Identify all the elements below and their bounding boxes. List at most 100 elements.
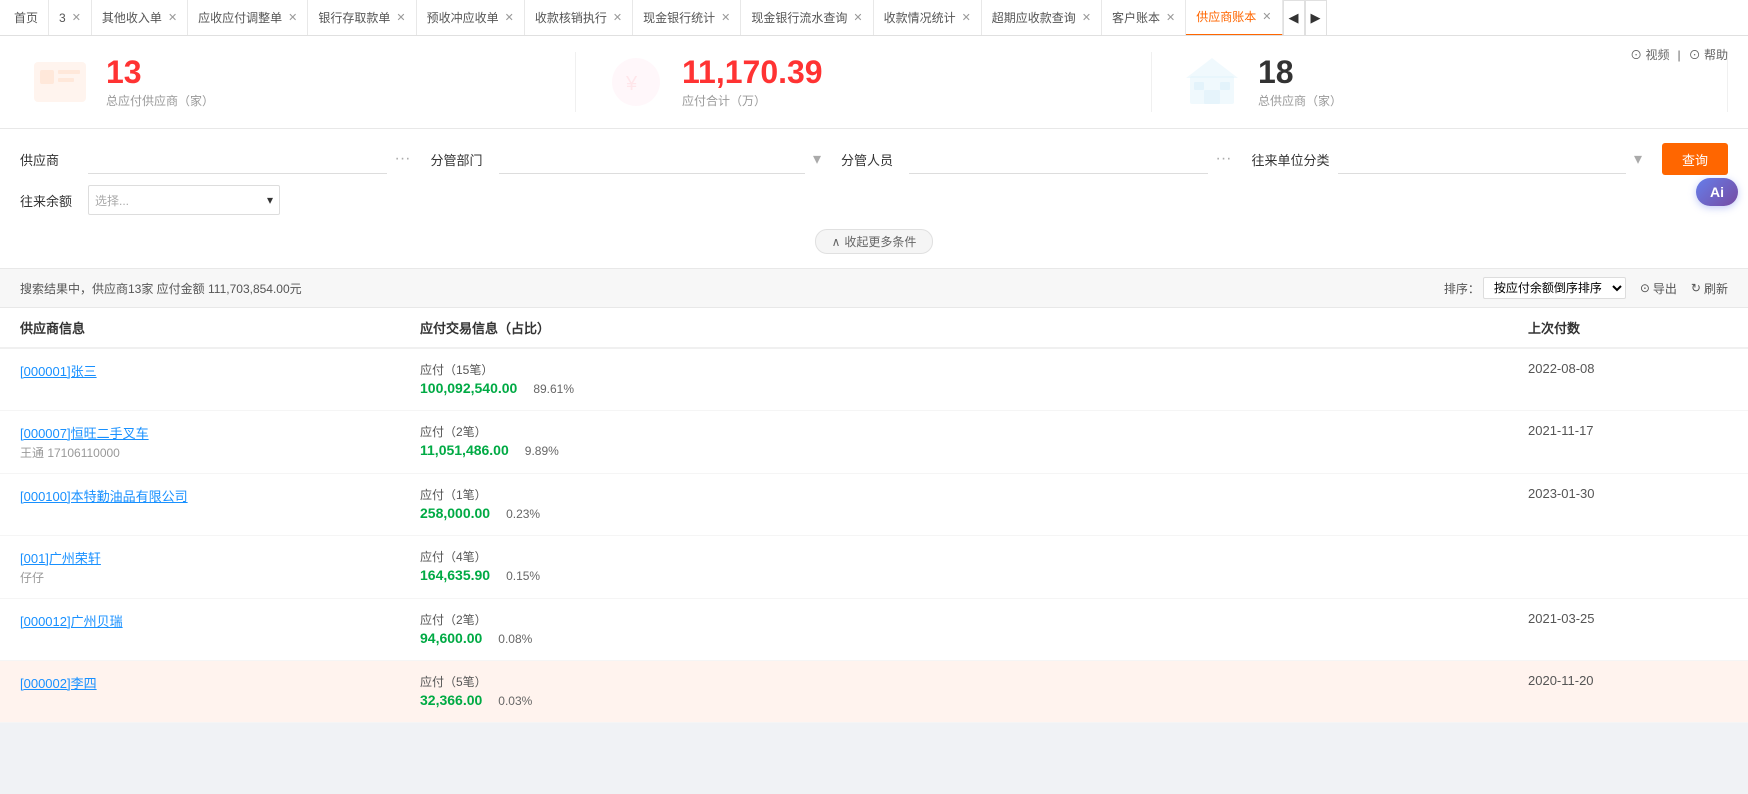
nav-tab-cash-flow[interactable]: 现金银行流水查询 ✕ (741, 0, 873, 36)
trans-amount[interactable]: 32,366.00 (420, 692, 482, 708)
sort-select[interactable]: 按应付余额倒序排序 按应付余额升序排序 (1483, 277, 1626, 299)
trans-row: 32,366.00 0.03% (420, 690, 1528, 710)
nav-tab-customer-ledger[interactable]: 客户账本 ✕ (1102, 0, 1186, 36)
nav-tab-receipt-label: 收款核销执行 (535, 9, 607, 26)
close-icon[interactable]: ✕ (288, 11, 297, 24)
close-icon[interactable]: ✕ (168, 11, 177, 24)
supplier-dots-icon[interactable]: ··· (395, 150, 411, 168)
nav-tab-home[interactable]: 首页 (4, 0, 49, 36)
col-header-transaction: 应付交易信息（占比） (420, 318, 1528, 337)
result-bar: 搜索结果中，供应商13家 应付金额 111,703,854.00元 排序： 按应… (0, 269, 1748, 308)
category-dropdown-icon[interactable]: ▾ (1634, 149, 1642, 169)
supplier-link[interactable]: [000002]李四 (20, 673, 420, 692)
refresh-button[interactable]: ↻ 刷新 (1691, 280, 1728, 297)
nav-tab-3[interactable]: 3 ✕ (49, 0, 92, 36)
last-pay-date: 2023-01-30 (1528, 486, 1595, 501)
stat-number-suppliers: 13 (106, 56, 214, 88)
lastpay-cell: 2021-03-25 (1528, 611, 1728, 626)
nav-tab-cash-bank-stat-label: 现金银行统计 (643, 9, 715, 26)
nav-tab-bank-deposit-label: 银行存取款单 (318, 9, 390, 26)
supplier-link[interactable]: [000012]广州贝瑞 (20, 611, 420, 630)
table-row: [000100]本特勤油品有限公司 应付（1笔） 258,000.00 0.23… (0, 474, 1748, 536)
trans-label: 应付（5笔） (420, 673, 1528, 690)
query-button[interactable]: 查询 (1662, 143, 1728, 175)
close-icon[interactable]: ✕ (72, 11, 81, 24)
nav-tab-supplier-ledger[interactable]: 供应商账本 ✕ (1186, 0, 1282, 36)
nav-tab-cash-flow-label: 现金银行流水查询 (751, 9, 847, 26)
nav-arrow-right[interactable]: ▶ (1305, 0, 1327, 36)
ai-badge[interactable]: Ai (1696, 178, 1738, 206)
last-pay-date: 2020-11-20 (1528, 673, 1594, 688)
trans-row: 164,635.90 0.15% (420, 565, 1528, 585)
lastpay-cell: 2020-11-20 (1528, 673, 1728, 688)
export-button[interactable]: ⊙ 导出 (1640, 280, 1677, 297)
trans-row: 100,092,540.00 89.61% (420, 378, 1528, 398)
trans-amount[interactable]: 164,635.90 (420, 567, 490, 583)
stat-number-amount: 11,170.39 (682, 56, 823, 88)
nav-tab-adjustments[interactable]: 应收应付调整单 ✕ (188, 0, 308, 36)
trans-amount[interactable]: 94,600.00 (420, 630, 482, 646)
nav-tab-overdue[interactable]: 超期应收款查询 ✕ (982, 0, 1102, 36)
person-dots-icon[interactable]: ··· (1216, 150, 1232, 168)
table-header: 供应商信息 应付交易信息（占比） 上次付数 (0, 308, 1748, 349)
nav-tab-cash-bank-stat[interactable]: 现金银行统计 ✕ (633, 0, 741, 36)
balance-select[interactable]: 选择... ▾ (88, 185, 280, 215)
nav-tab-receipt[interactable]: 收款核销执行 ✕ (525, 0, 633, 36)
svg-text:¥: ¥ (625, 73, 638, 95)
chevron-up-icon: ∧ (832, 235, 841, 249)
nav-tab-home-label: 首页 (14, 9, 38, 26)
close-icon[interactable]: ✕ (1082, 11, 1091, 24)
close-icon[interactable]: ✕ (1166, 11, 1175, 24)
category-input[interactable] (1338, 144, 1626, 174)
close-icon[interactable]: ✕ (962, 11, 971, 24)
trans-label: 应付（4笔） (420, 548, 1528, 565)
supplier-cell: [000012]广州贝瑞 (20, 611, 420, 632)
amount-icon: ¥ (606, 52, 666, 112)
trans-row: 94,600.00 0.08% (420, 628, 1528, 648)
collapse-row: ∧ 收起更多条件 (20, 225, 1728, 258)
stat-label-suppliers: 总应付供应商（家） (106, 92, 214, 109)
trans-percent: 89.61% (533, 382, 574, 396)
close-icon[interactable]: ✕ (1262, 10, 1271, 23)
trans-amount[interactable]: 258,000.00 (420, 505, 490, 521)
transaction-cell: 应付（5笔） 32,366.00 0.03% (420, 673, 1528, 710)
close-icon[interactable]: ✕ (853, 11, 862, 24)
stat-label-total: 总供应商（家） (1258, 92, 1342, 109)
stat-block-amount: ¥ 11,170.39 应付合计（万） (576, 52, 1152, 112)
close-icon[interactable]: ✕ (396, 11, 405, 24)
supplier-link[interactable]: [000007]恒旺二手叉车 (20, 423, 420, 442)
nav-tab-advance[interactable]: 预收冲应收单 ✕ (417, 0, 525, 36)
nav-tab-collection-stat[interactable]: 收款情况统计 ✕ (874, 0, 982, 36)
top-nav: 首页 3 ✕ 其他收入单 ✕ 应收应付调整单 ✕ 银行存取款单 ✕ 预收冲应收单… (0, 0, 1748, 36)
refresh-icon: ↻ (1691, 281, 1701, 295)
supplier-link[interactable]: [000100]本特勤油品有限公司 (20, 486, 420, 505)
nav-tab-bank-deposit[interactable]: 银行存取款单 ✕ (308, 0, 416, 36)
stat-info-suppliers: 13 总应付供应商（家） (106, 56, 214, 109)
trans-row: 11,051,486.00 9.89% (420, 440, 1528, 460)
close-icon[interactable]: ✕ (721, 11, 730, 24)
help-link[interactable]: ⊙ 帮助 (1689, 46, 1728, 63)
trans-amount[interactable]: 100,092,540.00 (420, 380, 517, 396)
video-link[interactable]: ⊙ 视频 (1630, 46, 1669, 63)
table-row: [000002]李四 应付（5笔） 32,366.00 0.03% 2020-1… (0, 661, 1748, 723)
main-content: 供应商信息 应付交易信息（占比） 上次付数 [000001]张三 应付（15笔）… (0, 308, 1748, 723)
nav-tab-3-label: 3 (59, 11, 66, 25)
trans-amount[interactable]: 11,051,486.00 (420, 442, 509, 458)
person-input[interactable] (909, 144, 1208, 174)
collapse-button[interactable]: ∧ 收起更多条件 (815, 229, 934, 254)
trans-percent: 0.15% (506, 569, 540, 583)
dept-dropdown-icon[interactable]: ▾ (813, 149, 821, 169)
supplier-link[interactable]: [001]广州荣轩 (20, 548, 420, 567)
col-header-lastpay: 上次付数 (1528, 318, 1728, 337)
dept-input[interactable] (499, 144, 805, 174)
filter-person: 分管人员 ··· (841, 144, 1232, 174)
supplier-link[interactable]: [000001]张三 (20, 361, 420, 380)
balance-chevron-icon: ▾ (267, 193, 273, 207)
supplier-input[interactable] (88, 144, 387, 174)
nav-tab-other-income[interactable]: 其他收入单 ✕ (92, 0, 188, 36)
close-icon[interactable]: ✕ (613, 11, 622, 24)
last-pay-date: 2021-11-17 (1528, 423, 1594, 438)
nav-tab-customer-ledger-label: 客户账本 (1112, 9, 1160, 26)
close-icon[interactable]: ✕ (505, 11, 514, 24)
nav-arrow-left[interactable]: ◀ (1283, 0, 1305, 36)
